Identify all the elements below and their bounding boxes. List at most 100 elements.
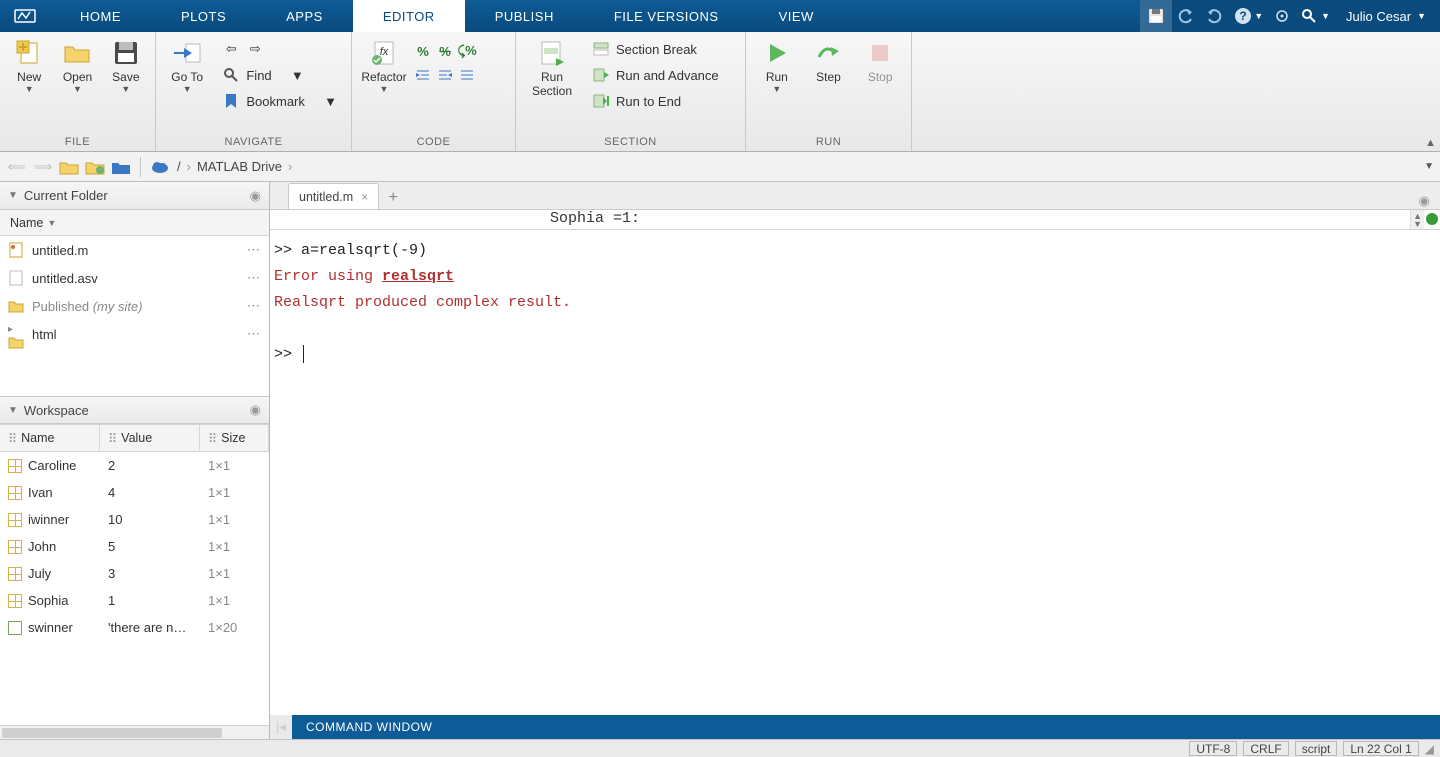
col-name-label: Name — [21, 431, 54, 445]
run-advance-button[interactable]: Run and Advance — [586, 64, 725, 86]
file-more-icon[interactable]: ⋯ — [247, 298, 261, 314]
find-button[interactable]: Find ▼ — [216, 64, 343, 86]
tab-editor[interactable]: EDITOR — [353, 0, 465, 32]
panel-options-icon[interactable]: ◉ — [250, 402, 261, 418]
undo-icon[interactable] — [1172, 0, 1200, 32]
tab-home[interactable]: HOME — [50, 0, 151, 32]
file-more-icon[interactable]: ⋯ — [247, 242, 261, 258]
file-tab-label: untitled.m — [299, 190, 353, 204]
stop-icon — [864, 38, 896, 68]
run-button[interactable]: Run▼ — [754, 36, 800, 94]
workspace-row[interactable]: John51×1 — [0, 533, 269, 560]
close-tab-icon[interactable]: × — [361, 190, 368, 204]
step-button[interactable]: Step — [806, 36, 852, 84]
folder-refresh-icon[interactable] — [84, 156, 106, 178]
editor-view[interactable]: Sophia =1: ▲▼ — [270, 210, 1440, 230]
h-scrollbar[interactable] — [0, 725, 269, 739]
resize-grip-icon[interactable]: ◢ — [1425, 742, 1434, 756]
workspace-row[interactable]: Caroline21×1 — [0, 452, 269, 479]
var-size: 1×1 — [200, 539, 269, 554]
breadcrumb-drive[interactable]: MATLAB Drive — [197, 159, 282, 174]
command-window[interactable]: >> a=realsqrt(-9) Error using realsqrt R… — [270, 230, 1440, 715]
help-icon[interactable]: ?▼ — [1228, 0, 1269, 32]
error-link[interactable]: realsqrt — [382, 268, 454, 285]
col-value[interactable]: ⠿Value — [100, 425, 200, 451]
percent-icon[interactable]: % — [414, 42, 432, 60]
bookmark-button[interactable]: Bookmark ▼ — [216, 90, 343, 112]
breadcrumb-root[interactable]: / — [177, 159, 181, 174]
open-label: Open — [63, 68, 92, 84]
run-to-end-button[interactable]: Run to End — [586, 90, 725, 112]
workspace-row[interactable]: Ivan41×1 — [0, 479, 269, 506]
file-row[interactable]: Published (my site)⋯ — [0, 292, 269, 320]
run-section-button[interactable]: Run Section — [524, 36, 580, 98]
editor-options-icon[interactable]: ◉ — [1419, 193, 1430, 209]
tab-plots[interactable]: PLOTS — [151, 0, 256, 32]
tab-view[interactable]: VIEW — [749, 0, 844, 32]
find-label: Find — [246, 68, 271, 83]
arrow-left-icon: ⇦ — [222, 40, 240, 58]
goto-button[interactable]: Go To▼ — [164, 36, 210, 94]
workspace-row[interactable]: swinner'there are n…1×20 — [0, 614, 269, 641]
add-tab-button[interactable]: + — [381, 187, 405, 209]
percent-wrap-icon[interactable]: ⤹% — [458, 42, 476, 60]
new-file-icon — [13, 38, 45, 68]
new-button[interactable]: New▼ — [8, 36, 50, 94]
outdent-icon[interactable] — [436, 66, 454, 84]
scroll-buttons-icon[interactable]: ▲▼ — [1413, 212, 1422, 228]
user-name: Julio Cesar — [1346, 9, 1411, 24]
file-icon — [8, 270, 24, 286]
var-size: 1×1 — [200, 593, 269, 608]
nav-back-icon[interactable]: ⟸ — [6, 156, 28, 178]
file-more-icon[interactable]: ⋯ — [247, 326, 261, 342]
save-icon[interactable] — [1140, 0, 1172, 32]
nav-back-fwd[interactable]: ⇦⇨ — [216, 38, 343, 60]
collapse-ribbon-icon[interactable]: ▲ — [1425, 137, 1436, 149]
file-row[interactable]: untitled.m ⋯ — [0, 236, 269, 264]
command-window-label[interactable]: COMMAND WINDOW — [292, 720, 446, 734]
workspace-row[interactable]: iwinner101×1 — [0, 506, 269, 533]
redo-icon[interactable] — [1200, 0, 1228, 32]
top-menu-bar: HOME PLOTS APPS EDITOR PUBLISH FILE VERS… — [0, 0, 1440, 32]
save-button[interactable]: Save▼ — [105, 36, 147, 94]
workspace-row[interactable]: Sophia11×1 — [0, 587, 269, 614]
bookmark-icon — [222, 92, 240, 110]
path-dropdown-icon[interactable]: ▼ — [1424, 161, 1434, 172]
cloud-icon[interactable] — [149, 156, 171, 178]
cloud-folder-icon[interactable] — [110, 156, 132, 178]
file-name-column[interactable]: Name ▼ — [0, 210, 269, 236]
col-size[interactable]: ⠿Size — [200, 425, 269, 451]
tab-file-versions[interactable]: FILE VERSIONS — [584, 0, 749, 32]
new-label: New — [17, 68, 41, 84]
section-break-button[interactable]: Section Break — [586, 38, 725, 60]
encoding-indicator[interactable]: UTF-8 — [1189, 741, 1237, 756]
workspace-header[interactable]: ▼ Workspace ◉ — [0, 396, 269, 424]
eol-indicator[interactable]: CRLF — [1243, 741, 1288, 756]
col-name[interactable]: ⠿Name — [0, 425, 100, 451]
percent-strike-icon[interactable]: % — [436, 42, 454, 60]
tab-publish[interactable]: PUBLISH — [465, 0, 584, 32]
format-icon[interactable] — [458, 66, 476, 84]
tab-apps[interactable]: APPS — [256, 0, 353, 32]
indent-icon[interactable] — [414, 66, 432, 84]
user-menu[interactable]: Julio Cesar▼ — [1336, 9, 1440, 24]
file-tab[interactable]: untitled.m × — [288, 183, 379, 209]
cursor-position[interactable]: Ln 22 Col 1 — [1343, 741, 1418, 756]
search-icon[interactable]: ▼ — [1295, 0, 1336, 32]
workspace-row[interactable]: July31×1 — [0, 560, 269, 587]
target-icon[interactable] — [1269, 0, 1295, 32]
error-prefix: Error using — [274, 268, 382, 285]
nav-fwd-icon[interactable]: ⟹ — [32, 156, 54, 178]
stop-button[interactable]: Stop — [857, 36, 903, 84]
file-more-icon[interactable]: ⋯ — [247, 270, 261, 286]
file-row[interactable]: ▸html⋯ — [0, 320, 269, 348]
file-row[interactable]: untitled.asv⋯ — [0, 264, 269, 292]
panel-options-icon[interactable]: ◉ — [250, 188, 261, 204]
goto-start-icon[interactable]: |◂ — [270, 715, 292, 739]
mode-indicator[interactable]: script — [1295, 741, 1338, 756]
file-name: untitled.m — [32, 243, 88, 258]
current-folder-header[interactable]: ▼ Current Folder ◉ — [0, 182, 269, 210]
open-button[interactable]: Open▼ — [56, 36, 98, 94]
refactor-button[interactable]: fx Refactor▼ — [360, 36, 408, 94]
folder-up-icon[interactable] — [58, 156, 80, 178]
